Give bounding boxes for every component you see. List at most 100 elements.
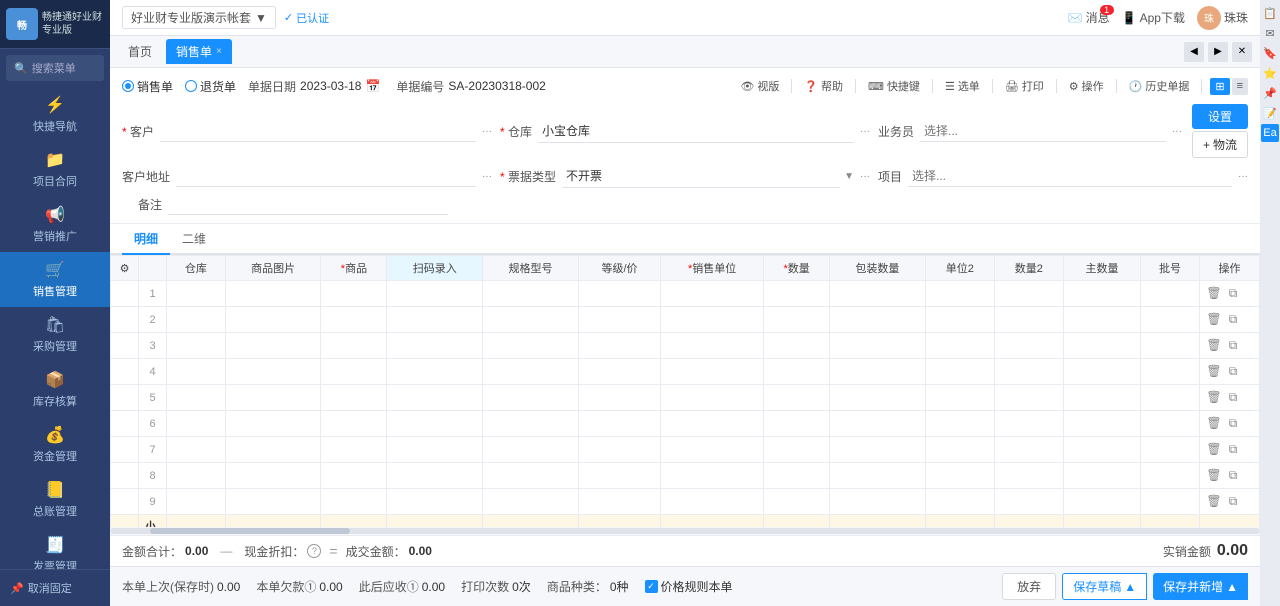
row-img-cell[interactable] bbox=[225, 411, 321, 437]
row-packqty-cell[interactable] bbox=[830, 307, 926, 333]
toolbar-shortcut[interactable]: ⌨ 快捷键 bbox=[864, 76, 924, 96]
row-delete-icon[interactable]: 🗑 bbox=[1206, 311, 1222, 327]
message-button[interactable]: ✉️ 消息 1 bbox=[1068, 9, 1110, 26]
view-list-button[interactable]: ≡ bbox=[1232, 78, 1248, 95]
row-img-cell[interactable] bbox=[225, 463, 321, 489]
row-qty2-cell[interactable] bbox=[994, 359, 1063, 385]
row-scan-cell[interactable] bbox=[387, 437, 483, 463]
row-qty2-cell[interactable] bbox=[994, 333, 1063, 359]
row-product-cell[interactable] bbox=[321, 281, 387, 307]
row-mainqty-cell[interactable] bbox=[1063, 359, 1140, 385]
row-qty2-cell[interactable] bbox=[994, 411, 1063, 437]
salesperson-expand-icon[interactable]: ··· bbox=[1172, 126, 1182, 137]
row-batch-cell[interactable] bbox=[1141, 385, 1200, 411]
row-qty-cell[interactable] bbox=[764, 489, 830, 515]
row-spec-cell[interactable] bbox=[483, 489, 579, 515]
th-warehouse[interactable]: 仓库 bbox=[167, 256, 226, 281]
row-unit2-cell[interactable] bbox=[925, 359, 994, 385]
sidebar-item-purchase[interactable]: 🛍 采购管理 bbox=[0, 307, 110, 362]
row-unit2-cell[interactable] bbox=[925, 463, 994, 489]
right-panel-icon-7[interactable]: Ea bbox=[1261, 124, 1279, 142]
save-new-button[interactable]: 保存并新增 ▲ bbox=[1153, 573, 1248, 600]
row-spec-cell[interactable] bbox=[483, 307, 579, 333]
row-packqty-cell[interactable] bbox=[830, 281, 926, 307]
row-batch-cell[interactable] bbox=[1141, 307, 1200, 333]
row-copy-icon[interactable]: ⧉ bbox=[1225, 338, 1241, 354]
row-grade-cell[interactable] bbox=[578, 489, 660, 515]
row-unit2-cell[interactable] bbox=[925, 385, 994, 411]
row-qty-cell[interactable] bbox=[764, 281, 830, 307]
row-product-cell[interactable] bbox=[321, 489, 387, 515]
row-copy-icon[interactable]: ⧉ bbox=[1225, 494, 1241, 510]
goods-button[interactable]: + 物流 bbox=[1192, 131, 1248, 158]
table-scrollbar[interactable] bbox=[110, 527, 1260, 535]
row-delete-icon[interactable]: 🗑 bbox=[1206, 389, 1222, 405]
th-batch[interactable]: 批号 bbox=[1141, 256, 1200, 281]
row-qty2-cell[interactable] bbox=[994, 385, 1063, 411]
table-tab-2d[interactable]: 二维 bbox=[170, 224, 218, 255]
row-mainqty-cell[interactable] bbox=[1063, 281, 1140, 307]
row-delete-icon[interactable]: 🗑 bbox=[1206, 363, 1222, 379]
row-packqty-cell[interactable] bbox=[830, 333, 926, 359]
row-grade-cell[interactable] bbox=[578, 411, 660, 437]
row-scan-cell[interactable] bbox=[387, 385, 483, 411]
row-warehouse-cell[interactable] bbox=[167, 359, 226, 385]
toolbar-history[interactable]: 🕐 历史单据 bbox=[1125, 76, 1194, 96]
row-packqty-cell[interactable] bbox=[830, 437, 926, 463]
sidebar-item-funds[interactable]: 💰 资金管理 bbox=[0, 417, 110, 472]
row-grade-cell[interactable] bbox=[578, 437, 660, 463]
row-mainqty-cell[interactable] bbox=[1063, 463, 1140, 489]
row-unit-cell[interactable] bbox=[661, 437, 764, 463]
row-grade-cell[interactable] bbox=[578, 281, 660, 307]
row-product-cell[interactable] bbox=[321, 437, 387, 463]
right-panel-icon-2[interactable]: ✉ bbox=[1261, 24, 1279, 42]
toolbar-preview[interactable]: 👁 视版 bbox=[736, 76, 783, 96]
row-spec-cell[interactable] bbox=[483, 359, 579, 385]
search-menu-button[interactable]: 🔍 搜索菜单 bbox=[6, 55, 104, 81]
row-grade-cell[interactable] bbox=[578, 385, 660, 411]
row-img-cell[interactable] bbox=[225, 307, 321, 333]
row-grade-cell[interactable] bbox=[578, 333, 660, 359]
row-scan-cell[interactable] bbox=[387, 489, 483, 515]
right-panel-icon-6[interactable]: 📝 bbox=[1261, 104, 1279, 122]
row-spec-cell[interactable] bbox=[483, 333, 579, 359]
project-input[interactable] bbox=[908, 166, 1232, 187]
tab-home[interactable]: 首页 bbox=[118, 39, 162, 64]
row-mainqty-cell[interactable] bbox=[1063, 307, 1140, 333]
tab-sales-order[interactable]: 销售单 × bbox=[166, 39, 232, 64]
row-mainqty-cell[interactable] bbox=[1063, 385, 1140, 411]
user-profile-button[interactable]: 珠 珠珠 bbox=[1197, 6, 1248, 30]
row-warehouse-cell[interactable] bbox=[167, 489, 226, 515]
th-grade-price[interactable]: 等级/价 bbox=[578, 256, 660, 281]
toolbar-print[interactable]: 🖨 打印 bbox=[1001, 76, 1048, 96]
th-product-img[interactable]: 商品图片 bbox=[225, 256, 321, 281]
row-img-cell[interactable] bbox=[225, 385, 321, 411]
abandon-button[interactable]: 放弃 bbox=[1002, 573, 1056, 600]
row-packqty-cell[interactable] bbox=[830, 411, 926, 437]
row-unit-cell[interactable] bbox=[661, 281, 764, 307]
row-mainqty-cell[interactable] bbox=[1063, 411, 1140, 437]
row-img-cell[interactable] bbox=[225, 489, 321, 515]
th-qty2[interactable]: 数量2 bbox=[994, 256, 1063, 281]
company-selector[interactable]: 好业财专业版演示帐套 ▼ bbox=[122, 6, 276, 29]
row-unit-cell[interactable] bbox=[661, 307, 764, 333]
sidebar-item-invoicing[interactable]: 🧾 发票管理 bbox=[0, 527, 110, 569]
row-scan-cell[interactable] bbox=[387, 281, 483, 307]
th-pack-qty[interactable]: 包装数量 bbox=[830, 256, 926, 281]
row-batch-cell[interactable] bbox=[1141, 437, 1200, 463]
row-mainqty-cell[interactable] bbox=[1063, 437, 1140, 463]
sidebar-item-sales[interactable]: 🛒 销售管理 bbox=[0, 252, 110, 307]
sidebar-item-marketing[interactable]: 📢 营销推广 bbox=[0, 197, 110, 252]
tab-close-icon[interactable]: × bbox=[216, 46, 222, 57]
customer-expand-icon[interactable]: ··· bbox=[482, 126, 492, 137]
row-unit2-cell[interactable] bbox=[925, 489, 994, 515]
th-scan-entry[interactable]: 扫码录入 bbox=[387, 256, 483, 281]
sidebar-item-quicknav[interactable]: ⚡ 快捷导航 bbox=[0, 87, 110, 142]
th-settings[interactable]: ⚙ bbox=[111, 256, 139, 281]
row-copy-icon[interactable]: ⧉ bbox=[1225, 286, 1241, 302]
address-expand-icon[interactable]: ··· bbox=[482, 171, 492, 182]
row-copy-icon[interactable]: ⧉ bbox=[1225, 468, 1241, 484]
row-unit2-cell[interactable] bbox=[925, 307, 994, 333]
th-sales-unit[interactable]: *销售单位 bbox=[661, 256, 764, 281]
row-copy-icon[interactable]: ⧉ bbox=[1225, 390, 1241, 406]
